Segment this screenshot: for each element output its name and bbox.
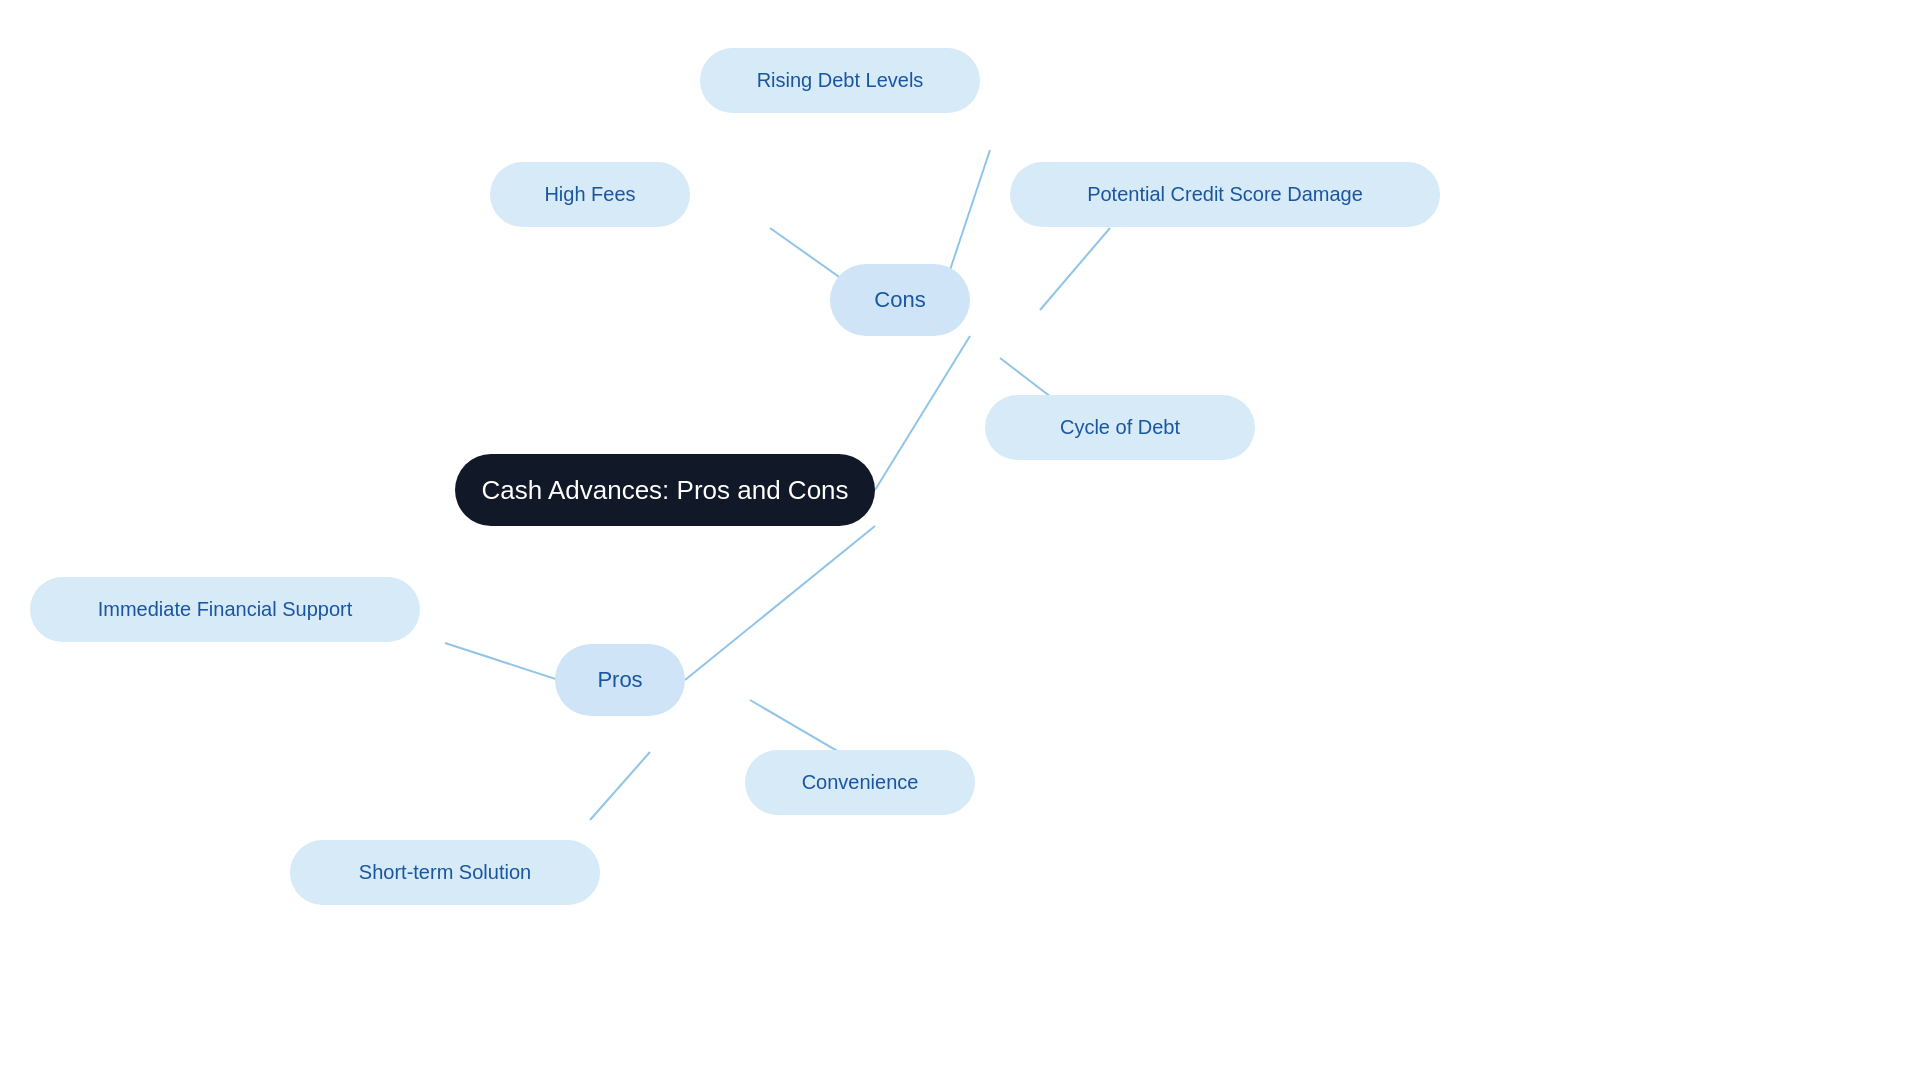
credit-damage-node: Potential Credit Score Damage <box>1010 162 1440 227</box>
cycle-debt-node: Cycle of Debt <box>985 395 1255 460</box>
convenience-node: Convenience <box>745 750 975 815</box>
immediate-support-node: Immediate Financial Support <box>30 577 420 642</box>
pros-branch-node: Pros <box>555 644 685 716</box>
svg-line-0 <box>875 336 970 490</box>
rising-debt-node: Rising Debt Levels <box>700 48 980 113</box>
central-node: Cash Advances: Pros and Cons <box>455 454 875 526</box>
cons-branch-node: Cons <box>830 264 970 336</box>
svg-line-8 <box>590 752 650 820</box>
short-term-node: Short-term Solution <box>290 840 600 905</box>
high-fees-node: High Fees <box>490 162 690 227</box>
svg-line-1 <box>685 526 875 680</box>
svg-line-4 <box>1040 228 1110 310</box>
